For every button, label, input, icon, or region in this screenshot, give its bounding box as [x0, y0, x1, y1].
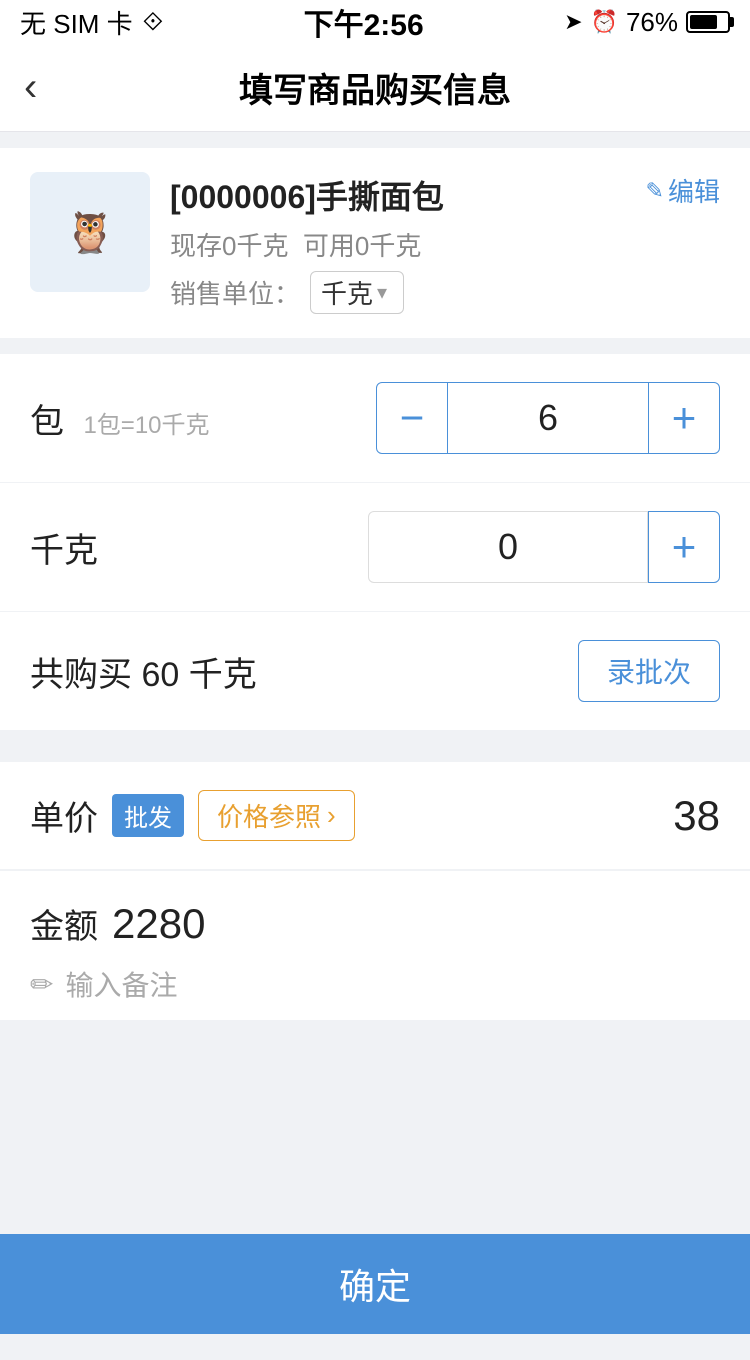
- increment-kg-button[interactable]: +: [648, 511, 720, 583]
- qty-input-bao[interactable]: [448, 382, 648, 454]
- price-ref-button[interactable]: 价格参照 ›: [198, 790, 355, 841]
- confirm-label: 确定: [339, 1258, 411, 1310]
- qty-sublabel-bao: 1包=10千克: [83, 412, 209, 439]
- edit-button[interactable]: ✎ 编辑: [646, 172, 720, 209]
- wifi-icon: ⟐: [143, 6, 164, 38]
- amount-label: 金额: [30, 899, 98, 948]
- price-value: 38: [673, 792, 720, 840]
- price-section: 单价 批发 价格参照 › 38: [0, 762, 750, 869]
- product-section: 🦉 [0000006]手撕面包 现存0千克 可用0千克 销售单位： 千克 ▾ ✎…: [0, 148, 750, 338]
- product-image: 🦉: [30, 172, 150, 292]
- note-icon: ✏: [30, 968, 53, 1001]
- increment-bao-button[interactable]: +: [648, 382, 720, 454]
- divider-1: [0, 338, 750, 354]
- battery-percent: 76%: [626, 7, 678, 38]
- quantity-section: 包 1包=10千克 − + 千克 0 +: [0, 354, 750, 611]
- product-logo: 🦉: [65, 209, 115, 256]
- product-unit: 销售单位： 千克 ▾: [170, 271, 720, 314]
- qty-box-kg: 0 +: [368, 511, 720, 583]
- battery-icon: [686, 11, 730, 33]
- divider-2: [0, 730, 750, 746]
- location-icon: ➤: [564, 9, 582, 35]
- quantity-row-kg: 千克 0 +: [0, 483, 750, 611]
- product-stock: 现存0千克 可用0千克: [170, 226, 720, 263]
- qty-display-kg: 0: [368, 511, 648, 583]
- decrement-bao-button[interactable]: −: [376, 382, 448, 454]
- confirm-button[interactable]: 确定: [0, 1234, 750, 1334]
- price-ref-arrow: ›: [327, 800, 336, 831]
- qty-label-kg: 千克: [30, 523, 368, 572]
- product-name: [0000006]手撕面包: [170, 172, 720, 218]
- quantity-row-bao: 包 1包=10千克 − +: [0, 354, 750, 483]
- page-title: 填写商品购买信息: [239, 63, 511, 112]
- total-row: 共购买 60 千克 录批次: [0, 611, 750, 730]
- price-label: 单价: [30, 791, 98, 840]
- price-ref-label: 价格参照: [217, 797, 321, 834]
- status-left: 无 SIM 卡 ⟐: [20, 4, 163, 41]
- amount-section: 金额 2280 ✏ 输入备注: [0, 871, 750, 1020]
- qty-label-bao: 包 1包=10千克: [30, 394, 376, 443]
- amount-value: 2280: [112, 900, 205, 948]
- status-right: ➤ ⏰ 76%: [564, 7, 730, 38]
- note-row[interactable]: ✏ 输入备注: [30, 964, 720, 1004]
- status-bar: 无 SIM 卡 ⟐ 下午2:56 ➤ ⏰ 76%: [0, 0, 750, 44]
- batch-button[interactable]: 录批次: [578, 640, 720, 702]
- alarm-icon: ⏰: [591, 9, 618, 35]
- nav-bar: ‹ 填写商品购买信息: [0, 44, 750, 132]
- carrier-text: 无 SIM 卡: [20, 4, 133, 41]
- back-button[interactable]: ‹: [24, 65, 37, 110]
- status-time: 下午2:56: [304, 0, 424, 44]
- total-text: 共购买 60 千克: [30, 647, 257, 696]
- product-info: [0000006]手撕面包 现存0千克 可用0千克 销售单位： 千克 ▾ ✎ 编…: [170, 172, 720, 314]
- unit-select[interactable]: 千克 ▾: [310, 271, 404, 314]
- note-placeholder: 输入备注: [65, 964, 177, 1004]
- qty-controls-bao: − +: [376, 382, 720, 454]
- amount-row: 金额 2280: [30, 899, 720, 948]
- price-tag: 批发: [112, 794, 184, 837]
